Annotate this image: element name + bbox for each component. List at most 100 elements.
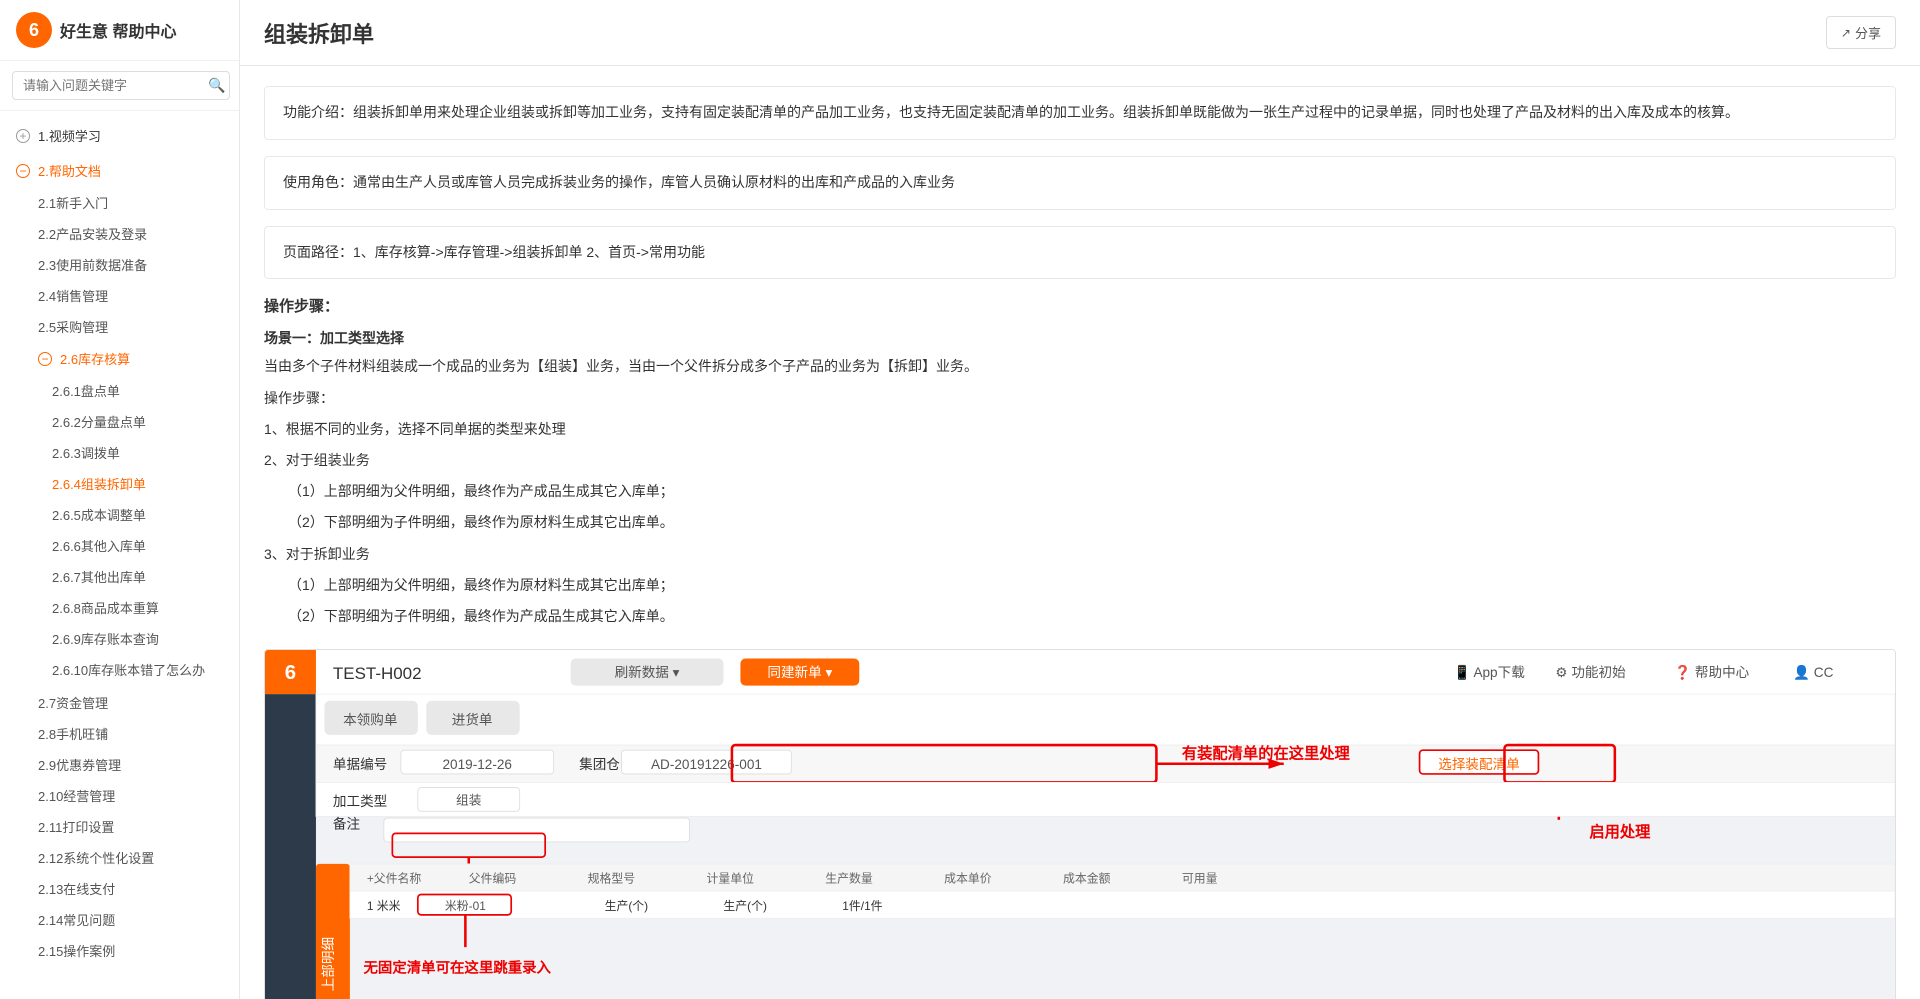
scene1-heading: 场景一：加工类型选择 [264,328,1896,348]
nav-section-inventory: − 2.6库存核算 2.6.1盘点单 2.6.2分量盘点单 2.6.3调拨单 2… [0,342,239,685]
step2-2: （2）下部明细为子件明细，最终作为原材料生成其它出库单。 [288,510,1896,535]
svg-text:📱 App下载: 📱 App下载 [1454,664,1526,680]
svg-text:AD-20191226-001: AD-20191226-001 [651,757,762,772]
svg-text:加工类型: 加工类型 [333,794,387,809]
path-block: 页面路径：1、库存核算->库存管理->组装拆卸单 2、首页->常用功能 [264,226,1896,280]
logo-area: 6 好生意 帮助中心 [0,0,239,61]
svg-text:生产数量: 生产数量 [825,872,873,886]
nav-section-docs: − 2.帮助文档 2.1新手入门 2.2产品安装及登录 2.3使用前数据准备 2… [0,154,239,966]
sidebar-item-finance[interactable]: 2.7资金管理 [0,687,239,718]
screenshot-container: 6 TEST-H002 刷新数据 ▾ 同建新单 ▾ 📱 App下载 ⚙ 功能初始… [264,649,1896,999]
sidebar-item-coupon[interactable]: 2.9优惠券管理 [0,749,239,780]
svg-text:本领购单: 本领购单 [343,713,397,728]
sidebar: 6 好生意 帮助中心 🔍 + 1.视频学习 − 2.帮助文档 2.1新手入门 2… [0,0,240,999]
role-block: 使用角色：通常由生产人员或库管人员完成拆装业务的操作，库管人员确认原材料的出库和… [264,156,1896,210]
step3-2: （2）下部明细为子件明细，最终作为产成品生成其它入库单。 [288,604,1896,629]
sidebar-item-videos-label: 1.视频学习 [38,126,101,145]
sidebar-item-inv-error[interactable]: 2.6.10库存账本错了怎么办 [0,654,239,685]
sidebar-item-mobile[interactable]: 2.8手机旺铺 [0,718,239,749]
svg-text:❓ 帮助中心: ❓ 帮助中心 [1674,664,1749,680]
svg-text:生产(个): 生产(个) [605,899,649,913]
step2-1: （1）上部明细为父件明细，最终作为产成品生成其它入库单； [288,479,1896,504]
sidebar-item-newbie[interactable]: 2.1新手入门 [0,187,239,218]
expand-icon-videos: + [16,129,30,143]
nav-section-videos: + 1.视频学习 [0,119,239,152]
sidebar-item-personalize[interactable]: 2.12系统个性化设置 [0,842,239,873]
step3: 3、对于拆卸业务 [264,542,1896,567]
sidebar-item-other-out[interactable]: 2.6.7其他出库单 [0,561,239,592]
svg-text:同建新单 ▾: 同建新单 ▾ [767,665,832,680]
svg-text:父件编码: 父件编码 [469,872,517,886]
sidebar-item-faq[interactable]: 2.14常见问题 [0,904,239,935]
sidebar-item-docs-label: 2.帮助文档 [38,161,101,180]
svg-text:1件/1件: 1件/1件 [842,899,882,913]
svg-text:有装配清单的在这里处理: 有装配清单的在这里处理 [1182,745,1351,763]
collapse-icon-docs: − [16,164,30,178]
svg-text:无固定清单可在这里跳重录入: 无固定清单可在这里跳重录入 [362,959,551,977]
sidebar-item-ops[interactable]: 2.10经营管理 [0,780,239,811]
search-area: 🔍 [0,61,239,111]
main-header: 组装拆卸单 ↗ 分享 [240,0,1920,66]
main-content: 组装拆卸单 ↗ 分享 功能介绍：组装拆卸单用来处理企业组装或拆卸等加工业务，支持… [240,0,1920,999]
svg-text:6: 6 [285,662,296,684]
sidebar-item-data-prep[interactable]: 2.3使用前数据准备 [0,249,239,280]
share-button[interactable]: ↗ 分享 [1826,16,1896,49]
sidebar-item-purchase[interactable]: 2.5采购管理 [0,311,239,342]
svg-text:1 米米: 1 米米 [367,899,401,913]
svg-text:⚙ 功能初始: ⚙ 功能初始 [1555,664,1626,680]
svg-text:+父件名称: +父件名称 [367,872,422,886]
collapse-icon-inventory: − [38,352,52,366]
svg-text:生产(个): 生产(个) [723,899,767,913]
logo-text: 好生意 帮助中心 [60,18,176,42]
share-button-label: 分享 [1855,23,1881,42]
sidebar-item-cases[interactable]: 2.15操作案例 [0,935,239,966]
sidebar-item-print[interactable]: 2.11打印设置 [0,811,239,842]
screenshot-svg: 6 TEST-H002 刷新数据 ▾ 同建新单 ▾ 📱 App下载 ⚙ 功能初始… [265,650,1895,999]
search-input[interactable] [12,71,230,100]
sidebar-item-videos[interactable]: + 1.视频学习 [0,119,239,152]
share-icon: ↗ [1841,26,1851,40]
svg-text:刷新数据 ▾: 刷新数据 ▾ [615,665,680,680]
svg-text:成本金额: 成本金额 [1063,872,1111,886]
sidebar-item-docs[interactable]: − 2.帮助文档 [0,154,239,187]
article-body: 功能介绍：组装拆卸单用来处理企业组装或拆卸等加工业务，支持有固定装配清单的产品加… [240,66,1920,999]
svg-text:米粉-01: 米粉-01 [445,899,486,913]
svg-text:成本单价: 成本单价 [944,872,992,886]
sidebar-item-install[interactable]: 2.2产品安装及登录 [0,218,239,249]
svg-text:集团仓: 集团仓 [579,757,620,772]
scene1-desc: 当由多个子件材料组装成一个成品的业务为【组装】业务，当由一个父件拆分成多个子产品… [264,354,1896,379]
svg-text:可用量: 可用量 [1182,872,1218,886]
sidebar-item-cost-recalc[interactable]: 2.6.8商品成本重算 [0,592,239,623]
sidebar-item-transfer[interactable]: 2.6.3调拨单 [0,437,239,468]
step1: 1、根据不同的业务，选择不同单据的类型来处理 [264,417,1896,442]
svg-text:TEST-H002: TEST-H002 [333,664,422,683]
step2: 2、对于组装业务 [264,448,1896,473]
svg-text:组装: 组装 [456,793,482,808]
nav-list: + 1.视频学习 − 2.帮助文档 2.1新手入门 2.2产品安装及登录 2.3… [0,111,239,999]
svg-text:进货单: 进货单 [452,712,493,728]
svg-text:上部明细: 上部明细 [321,937,336,991]
sidebar-item-assembly[interactable]: 2.6.4组装拆卸单 [0,468,239,499]
steps-heading: 操作步骤： [264,295,1896,316]
sidebar-item-inventory-label: 2.6库存核算 [60,349,130,368]
svg-text:选择装配清单: 选择装配清单 [1438,757,1519,772]
page-title: 组装拆卸单 [264,17,374,49]
sidebar-item-inv-check[interactable]: 2.6.9库存账本查询 [0,623,239,654]
sidebar-item-partial-count[interactable]: 2.6.2分量盘点单 [0,406,239,437]
inventory-children: 2.6.1盘点单 2.6.2分量盘点单 2.6.3调拨单 2.6.4组装拆卸单 … [0,375,239,685]
sidebar-item-sales[interactable]: 2.4销售管理 [0,280,239,311]
sidebar-item-online-pay[interactable]: 2.13在线支付 [0,873,239,904]
svg-text:计量单位: 计量单位 [706,872,754,886]
logo-icon: 6 [16,12,52,48]
svg-text:备注: 备注 [333,815,361,831]
sidebar-item-other-in[interactable]: 2.6.6其他入库单 [0,530,239,561]
svg-text:启用处理: 启用处理 [1589,823,1651,841]
sidebar-item-count[interactable]: 2.6.1盘点单 [0,375,239,406]
sidebar-item-inventory[interactable]: − 2.6库存核算 [0,342,239,375]
svg-text:单据编号: 单据编号 [333,757,387,772]
svg-text:2019-12-26: 2019-12-26 [443,757,512,772]
svg-text:规格型号: 规格型号 [588,872,636,886]
sidebar-item-cost-adj[interactable]: 2.6.5成本调整单 [0,499,239,530]
docs-children: 2.1新手入门 2.2产品安装及登录 2.3使用前数据准备 2.4销售管理 2.… [0,187,239,966]
search-button[interactable]: 🔍 [204,77,229,94]
